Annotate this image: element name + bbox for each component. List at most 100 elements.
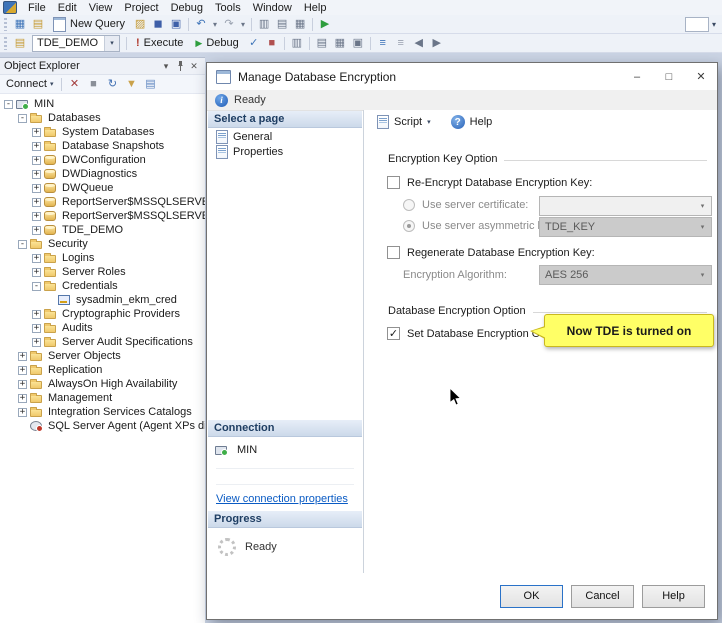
tree-expander-icon[interactable] <box>32 197 41 207</box>
tree-expander-icon[interactable] <box>18 365 27 375</box>
tree-item[interactable]: Server Audit Specifications <box>0 335 205 349</box>
available-databases-combo[interactable]: TDE_DEMO ▾ <box>32 34 120 52</box>
sqlcmd-mode-icon[interactable]: ▥ <box>288 35 306 52</box>
menu-item[interactable]: File <box>22 1 52 15</box>
help-toolbar-button[interactable]: ? Help <box>447 112 497 132</box>
open-file-icon[interactable]: ▨ <box>131 16 149 33</box>
tree-expander-icon[interactable] <box>18 351 27 361</box>
maximize-icon[interactable]: □ <box>653 63 685 90</box>
template-explorer-icon[interactable]: ▤ <box>273 16 291 33</box>
tree-item[interactable]: System Databases <box>0 125 205 139</box>
menu-item[interactable]: Help <box>298 1 333 15</box>
tree-item[interactable]: ReportServer$MSSQLSERVERTempDB <box>0 209 205 223</box>
tree-expander-icon[interactable] <box>18 113 27 123</box>
window-position-icon[interactable]: ▾ <box>159 58 173 74</box>
tree-item[interactable]: Server Roles <box>0 265 205 279</box>
uncomment-icon[interactable]: ≡ <box>392 35 410 52</box>
tree-item[interactable]: Integration Services Catalogs <box>0 405 205 419</box>
page-item[interactable]: General <box>207 129 363 144</box>
tree-expander-icon[interactable] <box>32 267 41 277</box>
tree-expander-icon[interactable] <box>32 281 41 291</box>
help-button[interactable]: Help <box>642 584 705 608</box>
cancel-button[interactable]: Cancel <box>571 584 634 608</box>
tree-expander-icon[interactable] <box>18 379 27 389</box>
tree-expander-icon[interactable] <box>32 309 41 319</box>
redo-dropdown-icon[interactable]: ▾ <box>238 16 248 33</box>
tree-item[interactable]: sysadmin_ekm_cred <box>0 293 205 307</box>
script-dropdown-icon[interactable]: ▾ <box>427 118 431 126</box>
close-icon[interactable]: ✕ <box>685 63 717 90</box>
undo-dropdown-icon[interactable]: ▾ <box>210 16 220 33</box>
pin-icon[interactable] <box>173 58 187 74</box>
tree-expander-icon[interactable] <box>32 141 41 151</box>
menu-item[interactable]: Tools <box>209 1 247 15</box>
tree-expander-icon[interactable] <box>32 211 41 221</box>
database-icon[interactable]: ▤ <box>29 16 47 33</box>
redo-icon[interactable]: ↷ <box>220 16 238 33</box>
results-to-grid-icon[interactable]: ▦ <box>331 35 349 52</box>
tree-item[interactable]: DWQueue <box>0 181 205 195</box>
combo-dropdown-icon[interactable]: ▾ <box>104 35 119 51</box>
minimize-icon[interactable]: – <box>621 63 653 90</box>
comment-icon[interactable]: ≡ <box>374 35 392 52</box>
tree-expander-icon[interactable] <box>18 407 27 417</box>
activity-monitor-icon[interactable]: ▦ <box>11 16 29 33</box>
menu-item[interactable]: View <box>83 1 119 15</box>
tree-expander-icon[interactable] <box>46 296 55 305</box>
menu-item[interactable]: Project <box>118 1 164 15</box>
toolbar-grip[interactable] <box>4 17 7 31</box>
tree-expander-icon[interactable] <box>18 422 27 431</box>
tree-expander-icon[interactable] <box>32 225 41 235</box>
tree-expander-icon[interactable] <box>32 337 41 347</box>
menu-item[interactable]: Window <box>247 1 298 15</box>
close-icon[interactable]: ✕ <box>187 58 201 74</box>
tree-item[interactable]: DWDiagnostics <box>0 167 205 181</box>
reencrypt-checkbox[interactable] <box>387 176 400 189</box>
connect-button[interactable]: Connect <box>4 78 49 90</box>
tree-expander-icon[interactable] <box>32 155 41 165</box>
tree-item[interactable]: TDE_DEMO <box>0 223 205 237</box>
save-icon[interactable]: ◼ <box>149 16 167 33</box>
results-to-text-icon[interactable]: ▤ <box>313 35 331 52</box>
stop-icon[interactable]: ■ <box>85 76 103 93</box>
tree-expander-icon[interactable] <box>32 127 41 137</box>
decrease-indent-icon[interactable]: ◀ <box>410 35 428 52</box>
connect-dropdown-icon[interactable]: ▾ <box>50 80 54 88</box>
tree-item[interactable]: Logins <box>0 251 205 265</box>
tree-item[interactable]: Management <box>0 391 205 405</box>
tree-item[interactable]: Server Objects <box>0 349 205 363</box>
parse-icon[interactable]: ✓ <box>245 35 263 52</box>
toolbar-options-button[interactable]: ▾ <box>684 16 716 32</box>
ok-button[interactable]: OK <box>500 584 563 608</box>
results-to-file-icon[interactable]: ▣ <box>349 35 367 52</box>
script-button[interactable]: Script ▾ <box>373 112 435 132</box>
view-connection-properties-link[interactable]: View connection properties <box>216 493 348 505</box>
tree-item[interactable]: Credentials <box>0 279 205 293</box>
increase-indent-icon[interactable]: ▶ <box>428 35 446 52</box>
tree-item[interactable]: Database Snapshots <box>0 139 205 153</box>
menu-item[interactable]: Debug <box>165 1 209 15</box>
refresh-icon[interactable]: ↻ <box>104 76 122 93</box>
tree-expander-icon[interactable] <box>18 393 27 403</box>
tree-item[interactable]: AlwaysOn High Availability <box>0 377 205 391</box>
tree-item[interactable]: Replication <box>0 363 205 377</box>
cancel-query-icon[interactable]: ■ <box>263 35 281 52</box>
tree-expander-icon[interactable] <box>32 169 41 179</box>
tree-item[interactable]: Audits <box>0 321 205 335</box>
tree-expander-icon[interactable] <box>4 99 13 109</box>
tree-item[interactable]: Databases <box>0 111 205 125</box>
page-item[interactable]: Properties <box>207 144 363 159</box>
debug-button[interactable]: ▶ Debug <box>189 35 244 52</box>
save-all-icon[interactable]: ▣ <box>167 16 185 33</box>
tree-expander-icon[interactable] <box>32 253 41 263</box>
toolbar-grip[interactable] <box>4 36 7 50</box>
registered-servers-icon[interactable]: ▥ <box>255 16 273 33</box>
new-query-button[interactable]: New Query <box>47 16 131 33</box>
menu-item[interactable]: Edit <box>52 1 83 15</box>
properties-window-icon[interactable]: ▦ <box>291 16 309 33</box>
tree-item[interactable]: ReportServer$MSSQLSERVER <box>0 195 205 209</box>
tree-item[interactable]: DWConfiguration <box>0 153 205 167</box>
set-database-encryption-checkbox[interactable]: ✓ <box>387 327 400 340</box>
disconnect-icon[interactable]: ✕ <box>66 76 84 93</box>
tree-expander-icon[interactable] <box>18 239 27 249</box>
